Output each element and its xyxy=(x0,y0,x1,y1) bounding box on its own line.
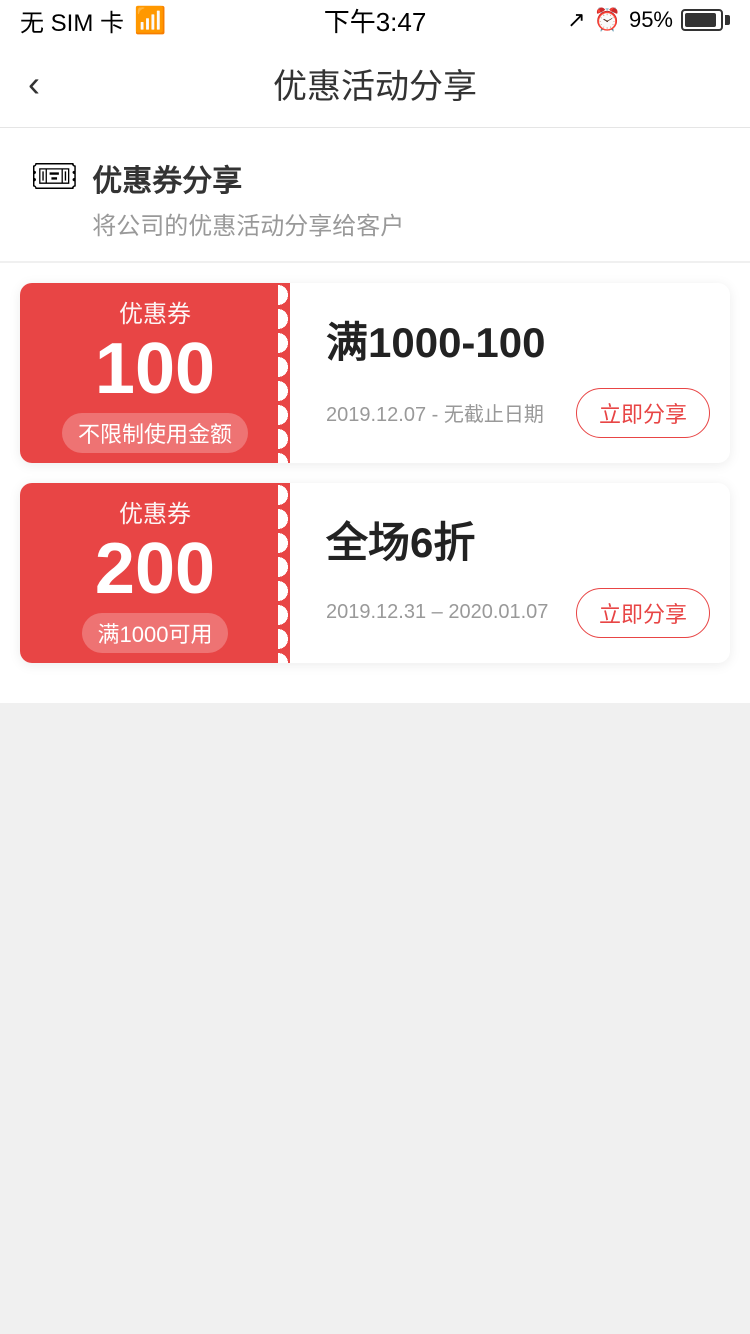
coupon-condition-2: 满1000可用 xyxy=(82,613,229,653)
section-subtitle: 将公司的优惠活动分享给客户 xyxy=(92,206,404,241)
location-icon: ↗ xyxy=(567,7,585,33)
coupon-bottom-1: 2019.12.07 - 无截止日期 立即分享 xyxy=(326,388,710,438)
coupon-card-1: 优惠券 100 不限制使用金额 满1000-100 2019.12.07 - 无… xyxy=(20,283,730,463)
carrier-text: 无 SIM 卡 xyxy=(20,3,124,38)
alarm-icon: ⏰ xyxy=(594,7,621,33)
coupon-label-1: 优惠券 xyxy=(119,294,191,329)
coupon-value-2: 200 xyxy=(95,533,215,605)
nav-bar: ‹ 优惠活动分享 xyxy=(0,40,750,128)
share-button-2[interactable]: 立即分享 xyxy=(576,588,710,638)
page-background xyxy=(0,703,750,1303)
wifi-icon: 📶 xyxy=(134,5,166,36)
page-title: 优惠活动分享 xyxy=(273,59,477,108)
coupon-condition-1: 不限制使用金额 xyxy=(62,413,248,453)
status-bar: 无 SIM 卡 📶 下午3:47 ↗ ⏰ 95% xyxy=(0,0,750,40)
coupon-title-1: 满1000-100 xyxy=(326,309,710,370)
coupon-bottom-2: 2019.12.31 – 2020.01.07 立即分享 xyxy=(326,588,710,638)
back-button[interactable]: ‹ xyxy=(28,63,40,105)
status-time: 下午3:47 xyxy=(324,2,427,39)
coupon-title-2: 全场6折 xyxy=(326,509,710,570)
share-button-1[interactable]: 立即分享 xyxy=(576,388,710,438)
coupon-left-2: 优惠券 200 满1000可用 xyxy=(20,483,290,663)
coupon-left-1: 优惠券 100 不限制使用金额 xyxy=(20,283,290,463)
section-icon: 🎟 xyxy=(30,158,78,196)
section-text: 优惠券分享 将公司的优惠活动分享给客户 xyxy=(92,156,404,241)
coupon-list: 优惠券 100 不限制使用金额 满1000-100 2019.12.07 - 无… xyxy=(0,263,750,703)
section-title: 优惠券分享 xyxy=(92,156,404,200)
status-left: 无 SIM 卡 📶 xyxy=(20,3,166,38)
coupon-card-2: 优惠券 200 满1000可用 全场6折 2019.12.31 – 2020.0… xyxy=(20,483,730,663)
coupon-date-1: 2019.12.07 - 无截止日期 xyxy=(326,398,544,427)
battery-percentage: 95% xyxy=(629,7,673,33)
coupon-date-2: 2019.12.31 – 2020.01.07 xyxy=(326,601,548,624)
coupon-label-2: 优惠券 xyxy=(119,494,191,529)
battery-icon xyxy=(681,9,730,31)
coupon-right-2: 全场6折 2019.12.31 – 2020.01.07 立即分享 xyxy=(290,483,730,663)
coupon-value-1: 100 xyxy=(95,333,215,405)
coupon-right-1: 满1000-100 2019.12.07 - 无截止日期 立即分享 xyxy=(290,283,730,463)
section-header: 🎟 优惠券分享 将公司的优惠活动分享给客户 xyxy=(0,128,750,261)
status-right: ↗ ⏰ 95% xyxy=(567,7,730,33)
